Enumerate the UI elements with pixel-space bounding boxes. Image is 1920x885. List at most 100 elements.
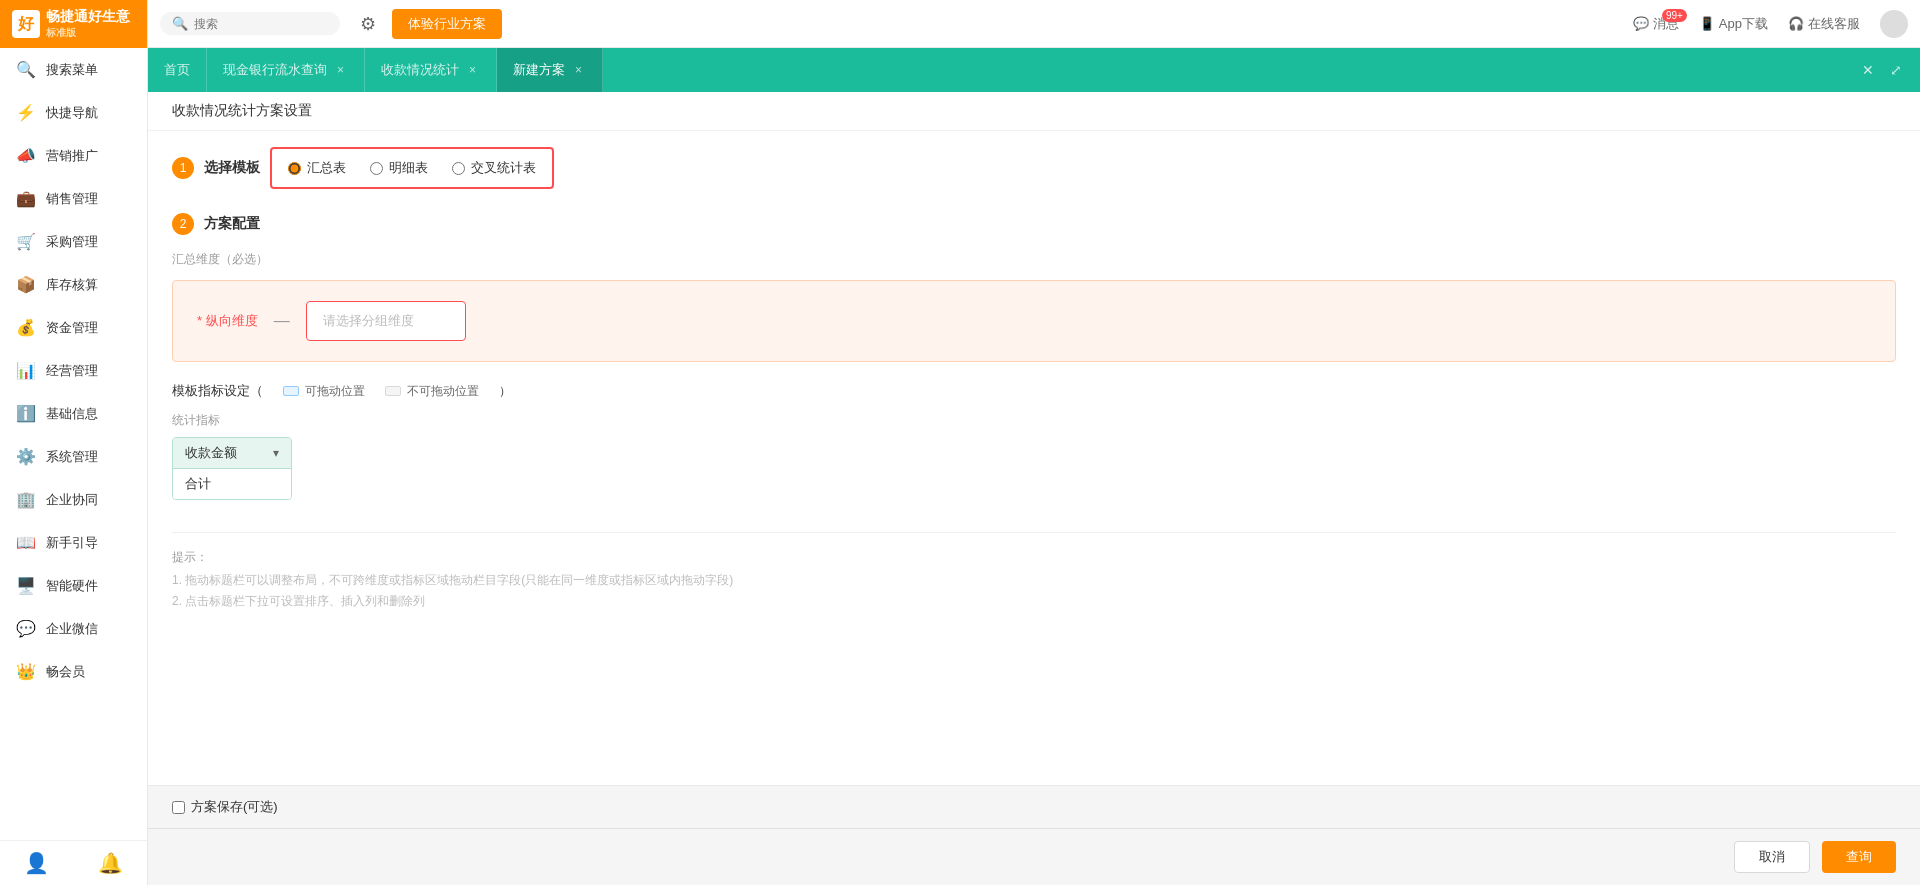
notification-item[interactable]: 💬 消息 99+	[1633, 15, 1679, 33]
dimension-select[interactable]: 请选择分组维度	[306, 301, 466, 341]
tab-new-plan[interactable]: 新建方案 ×	[497, 48, 603, 92]
template-cross[interactable]: 交叉统计表	[452, 159, 536, 177]
sidebar-item-enterprise[interactable]: 🏢 企业协同	[0, 478, 147, 521]
template-detail-label: 明细表	[389, 159, 428, 177]
legend-fixed-label: 不可拖动位置	[407, 383, 479, 400]
header-right: 💬 消息 99+ 📱 App下载 🎧 在线客服	[1633, 10, 1908, 38]
step2-title: 方案配置	[204, 215, 260, 233]
download-label: App下载	[1719, 15, 1768, 33]
tips-title: 提示：	[172, 549, 1896, 566]
sidebar-item-quick-nav[interactable]: ⚡ 快捷导航	[0, 91, 147, 134]
tab-payment-stats-label: 收款情况统计	[381, 61, 459, 79]
sidebar-bottom: 👤 🔔	[0, 840, 147, 885]
template-summary[interactable]: 汇总表	[288, 159, 346, 177]
template-cross-radio[interactable]	[452, 162, 465, 175]
trial-btn[interactable]: 体验行业方案	[392, 9, 502, 39]
download-item[interactable]: 📱 App下载	[1699, 15, 1768, 33]
step1-badge: 1	[172, 157, 194, 179]
sidebar-bottom-icon-1[interactable]: 👤	[24, 851, 49, 875]
logo-text: 畅捷通好生意 标准版	[46, 8, 130, 40]
dimension-area: * 纵向维度 — 请选择分组维度	[172, 280, 1896, 362]
app-name: 畅捷通好生意	[46, 8, 130, 26]
sidebar-item-guide[interactable]: 📖 新手引导	[0, 521, 147, 564]
save-plan-row: 方案保存(可选)	[172, 798, 1896, 816]
indicator-header-row[interactable]: 收款金额 ▾	[173, 438, 291, 469]
tab-bar: 首页 现金银行流水查询 × 收款情况统计 × 新建方案 × ✕ ⤢	[148, 48, 1920, 92]
cancel-button[interactable]: 取消	[1734, 841, 1810, 873]
action-bar: 取消 查询	[148, 828, 1920, 885]
sidebar-item-purchase-label: 采购管理	[46, 233, 98, 251]
vertical-dimension-label: * 纵向维度	[197, 312, 258, 330]
sidebar-item-sales[interactable]: 💼 销售管理	[0, 177, 147, 220]
tab-home[interactable]: 首页	[148, 48, 207, 92]
basic-info-icon: ℹ️	[16, 404, 36, 423]
sidebar: 好 畅捷通好生意 标准版 🔍 搜索菜单 ⚡ 快捷导航 📣 营销推广 💼 销售管理…	[0, 0, 148, 885]
purchase-icon: 🛒	[16, 232, 36, 251]
tab-new-plan-close[interactable]: ×	[571, 61, 586, 79]
search-input[interactable]	[194, 17, 314, 31]
avatar[interactable]	[1880, 10, 1908, 38]
tab-new-plan-label: 新建方案	[513, 61, 565, 79]
close-window-btn[interactable]: ✕	[1856, 58, 1880, 82]
legend-draggable: 可拖动位置	[283, 383, 365, 400]
sidebar-item-hardware[interactable]: 🖥️ 智能硬件	[0, 564, 147, 607]
sidebar-item-purchase[interactable]: 🛒 采购管理	[0, 220, 147, 263]
sidebar-item-management-label: 经营管理	[46, 362, 98, 380]
settings-icon[interactable]: ⚙	[360, 13, 376, 35]
sidebar-item-sales-label: 销售管理	[46, 190, 98, 208]
marketing-icon: 📣	[16, 146, 36, 165]
sidebar-item-hardware-label: 智能硬件	[46, 577, 98, 595]
sidebar-bottom-icon-2[interactable]: 🔔	[98, 851, 123, 875]
tab-cashflow[interactable]: 现金银行流水查询 ×	[207, 48, 365, 92]
service-icon: 🎧	[1788, 16, 1804, 31]
sidebar-item-wechat[interactable]: 💬 企业微信	[0, 607, 147, 650]
system-icon: ⚙️	[16, 447, 36, 466]
indicator-settings-text: 模板指标设定（	[172, 382, 263, 400]
sidebar-item-management[interactable]: 📊 经营管理	[0, 349, 147, 392]
app-version: 标准版	[46, 26, 130, 40]
legend-draggable-label: 可拖动位置	[305, 383, 365, 400]
template-detail-radio[interactable]	[370, 162, 383, 175]
header-search-box[interactable]: 🔍	[160, 12, 340, 35]
guide-icon: 📖	[16, 533, 36, 552]
sidebar-item-inventory-label: 库存核算	[46, 276, 98, 294]
logo-icon: 好	[12, 10, 40, 38]
search-icon: 🔍	[172, 16, 188, 31]
tip-item-1: 1. 拖动标题栏可以调整布局，不可跨维度或指标区域拖动栏目字段(只能在同一维度或…	[172, 572, 1896, 589]
step2-badge: 2	[172, 213, 194, 235]
save-plan-checkbox[interactable]	[172, 801, 185, 814]
sidebar-item-finance[interactable]: 💰 资金管理	[0, 306, 147, 349]
sidebar-item-basic-info-label: 基础信息	[46, 405, 98, 423]
sidebar-item-search[interactable]: 🔍 搜索菜单	[0, 48, 147, 91]
indicator-cell-total: 合计	[173, 469, 291, 499]
dimension-label-text: 汇总维度（必选）	[172, 252, 268, 266]
window-controls: ✕ ⤢	[1844, 48, 1920, 92]
template-summary-radio[interactable]	[288, 162, 301, 175]
sidebar-item-basic-info[interactable]: ℹ️ 基础信息	[0, 392, 147, 435]
tab-payment-stats[interactable]: 收款情况统计 ×	[365, 48, 497, 92]
service-item[interactable]: 🎧 在线客服	[1788, 15, 1860, 33]
sidebar-item-inventory[interactable]: 📦 库存核算	[0, 263, 147, 306]
tab-payment-stats-close[interactable]: ×	[465, 61, 480, 79]
query-button[interactable]: 查询	[1822, 841, 1896, 873]
sidebar-item-system-label: 系统管理	[46, 448, 98, 466]
save-plan-label: 方案保存(可选)	[191, 798, 278, 816]
content-area: 收款情况统计方案设置 1 选择模板 汇总表 明细表	[148, 92, 1920, 828]
maximize-window-btn[interactable]: ⤢	[1884, 58, 1908, 82]
form-content: 1 选择模板 汇总表 明细表 交叉统计表	[148, 131, 1920, 785]
sidebar-item-member[interactable]: 👑 畅会员	[0, 650, 147, 693]
indicator-table: 收款金额 ▾ 合计	[172, 437, 292, 500]
indicator-title: 统计指标	[172, 412, 1896, 429]
draggable-indicator	[283, 386, 299, 396]
template-options: 汇总表 明细表 交叉统计表	[270, 147, 554, 189]
sidebar-item-marketing[interactable]: 📣 营销推广	[0, 134, 147, 177]
download-icon: 📱	[1699, 16, 1715, 31]
page-footer: 方案保存(可选)	[148, 785, 1920, 828]
sidebar-item-member-label: 畅会员	[46, 663, 85, 681]
template-detail[interactable]: 明细表	[370, 159, 428, 177]
sidebar-item-system[interactable]: ⚙️ 系统管理	[0, 435, 147, 478]
indicator-column-name: 收款金额	[185, 444, 237, 462]
tip-item-2: 2. 点击标题栏下拉可设置排序、插入列和删除列	[172, 593, 1896, 610]
tab-home-label: 首页	[164, 61, 190, 79]
tab-cashflow-close[interactable]: ×	[333, 61, 348, 79]
